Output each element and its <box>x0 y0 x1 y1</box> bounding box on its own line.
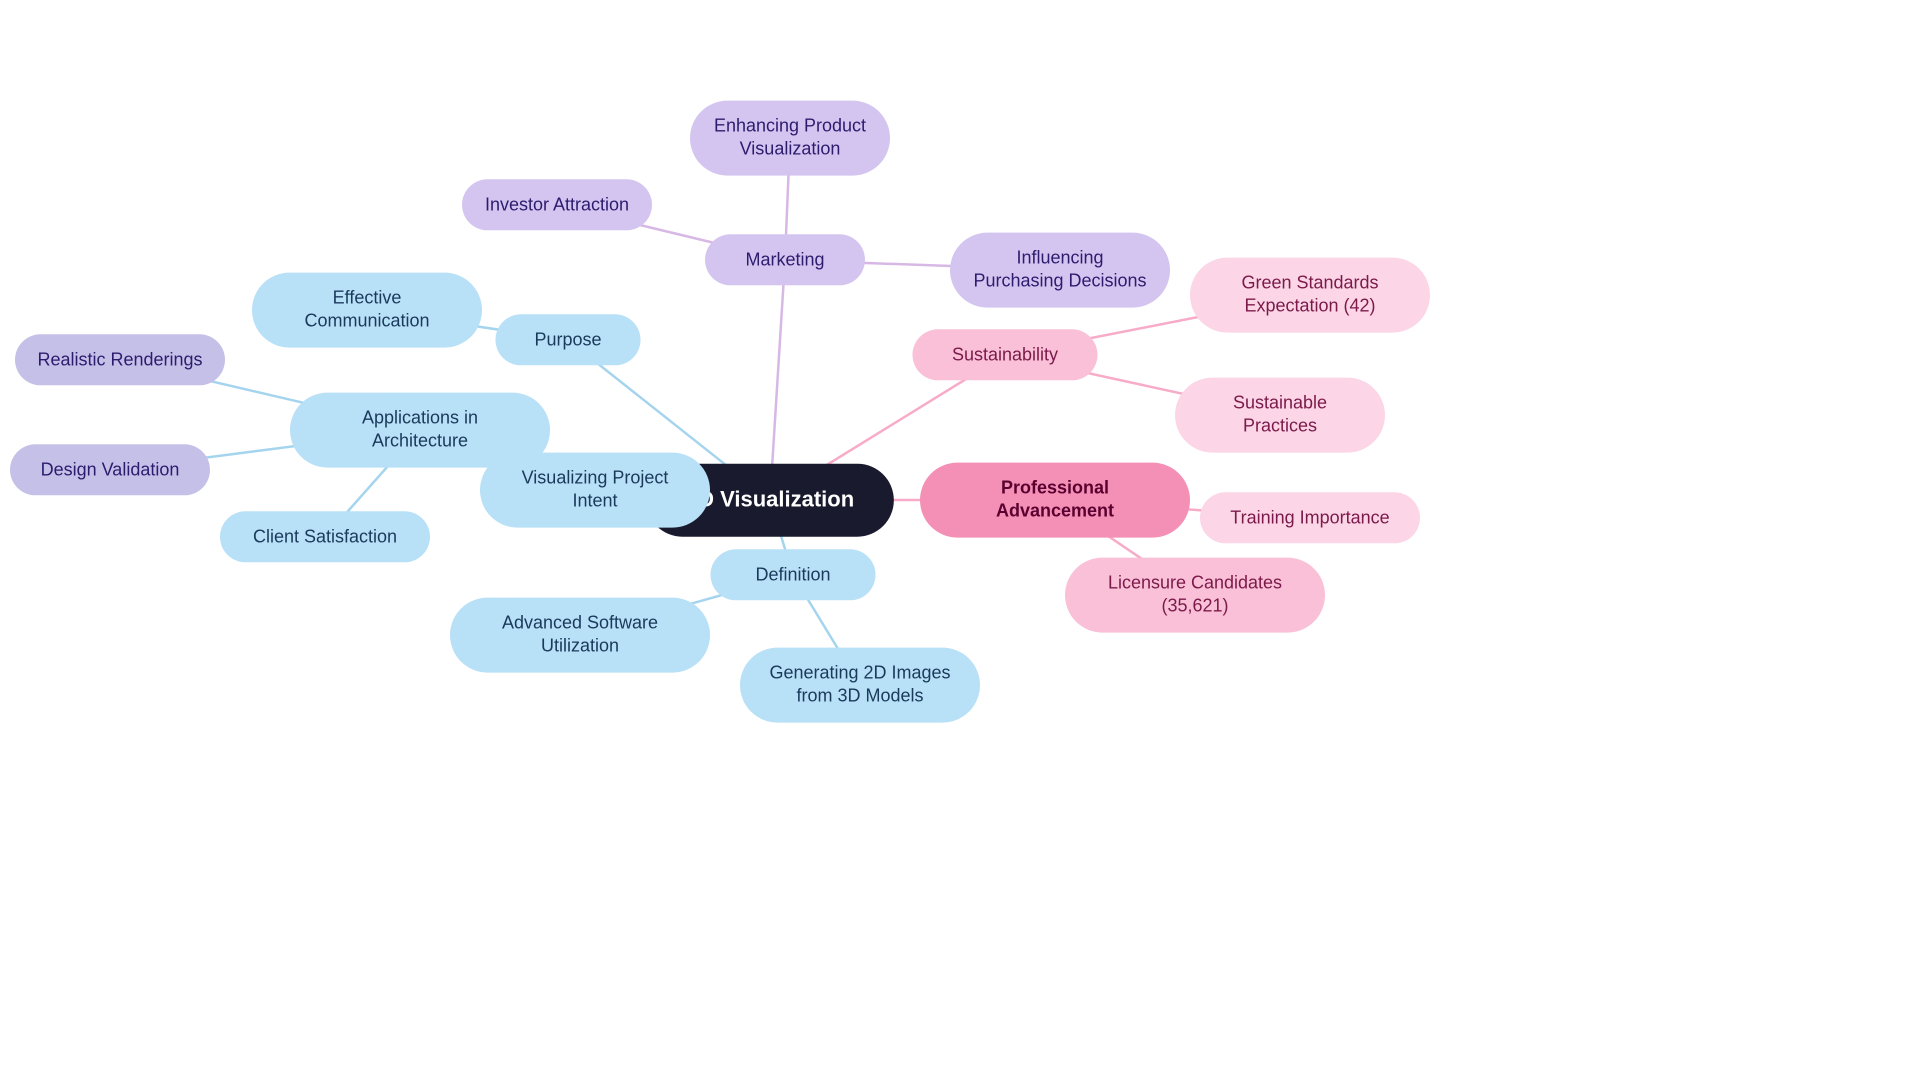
mind-map: 3D VisualizationMarketingEnhancing Produ… <box>0 0 1920 1083</box>
node-investor[interactable]: Investor Attraction <box>462 179 652 230</box>
node-sustainability[interactable]: Sustainability <box>913 329 1098 380</box>
node-prof-advancement[interactable]: Professional Advancement <box>920 463 1190 538</box>
node-client-sat[interactable]: Client Satisfaction <box>220 511 430 562</box>
node-green-standards[interactable]: Green Standards Expectation (42) <box>1190 258 1430 333</box>
node-influencing[interactable]: Influencing Purchasing Decisions <box>950 233 1170 308</box>
node-visualizing[interactable]: Visualizing Project Intent <box>480 453 710 528</box>
node-generating[interactable]: Generating 2D Images from 3D Models <box>740 648 980 723</box>
node-purpose[interactable]: Purpose <box>496 314 641 365</box>
node-definition[interactable]: Definition <box>711 549 876 600</box>
node-training[interactable]: Training Importance <box>1200 492 1420 543</box>
node-enhancing[interactable]: Enhancing Product Visualization <box>690 101 890 176</box>
node-effective-comm[interactable]: Effective Communication <box>252 273 482 348</box>
node-licensure[interactable]: Licensure Candidates (35,621) <box>1065 558 1325 633</box>
node-marketing[interactable]: Marketing <box>705 234 865 285</box>
node-adv-software[interactable]: Advanced Software Utilization <box>450 598 710 673</box>
node-design-val[interactable]: Design Validation <box>10 444 210 495</box>
node-sustainable-practices[interactable]: Sustainable Practices <box>1175 378 1385 453</box>
node-realistic[interactable]: Realistic Renderings <box>15 334 225 385</box>
